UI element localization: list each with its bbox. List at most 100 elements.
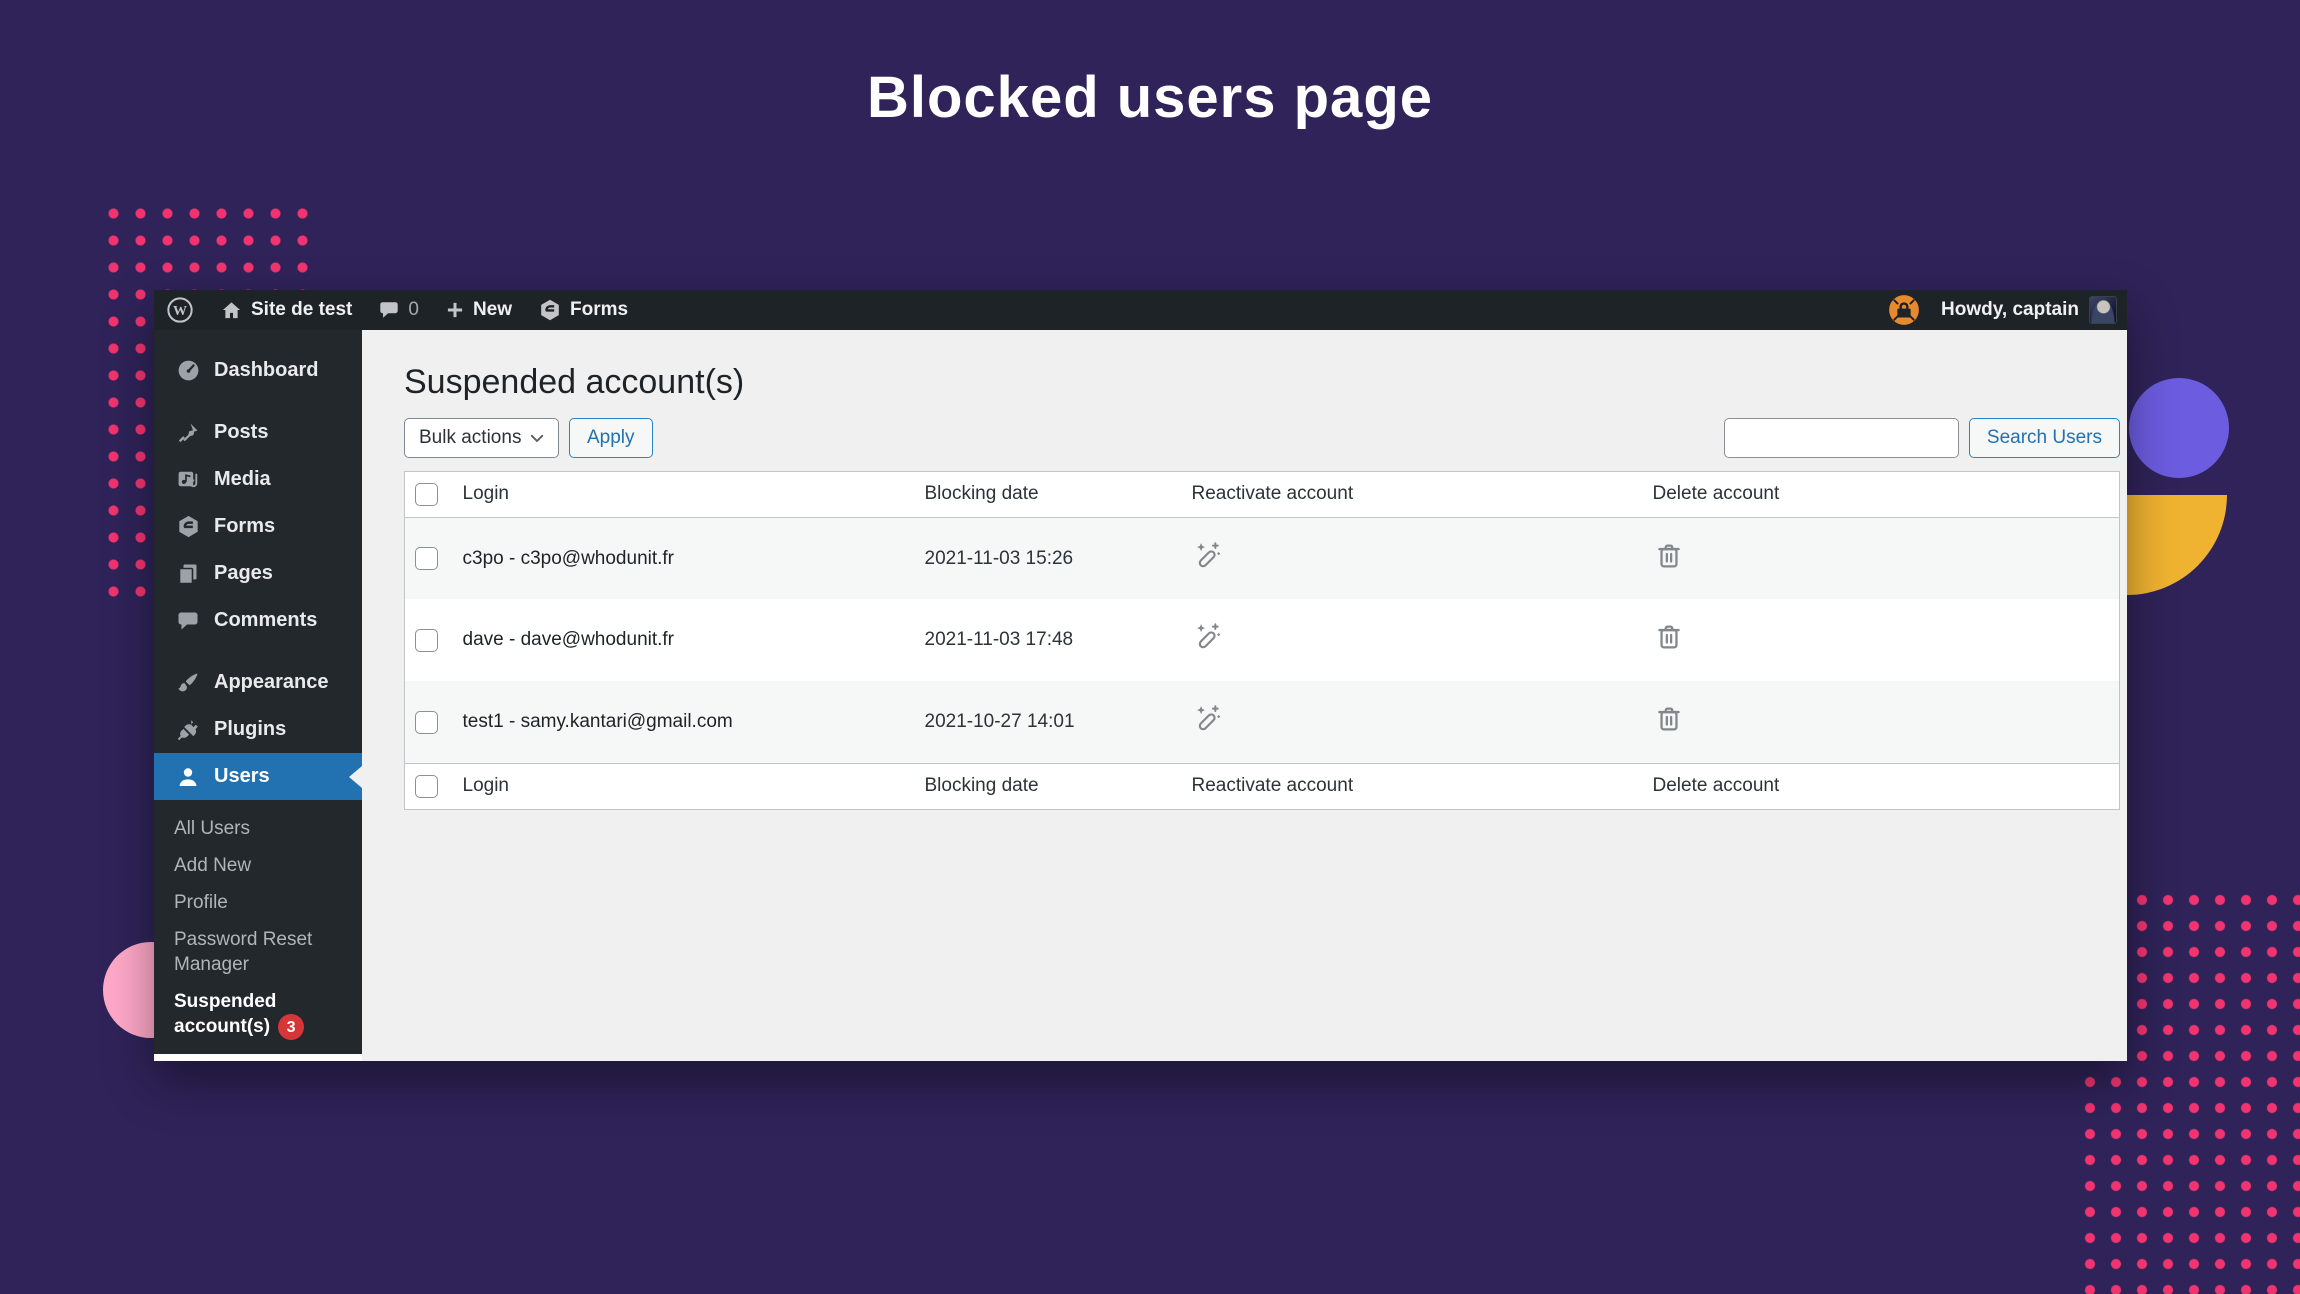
login-value: test1 - samy.kantari@gmail.com xyxy=(462,711,733,733)
search-users-input[interactable] xyxy=(1723,417,1959,458)
pushpin-icon xyxy=(175,421,201,445)
apply-button[interactable]: Apply xyxy=(569,417,653,458)
reactivate-wand-icon[interactable] xyxy=(1192,621,1224,653)
new-label: New xyxy=(472,299,513,320)
svg-text:W: W xyxy=(173,304,187,319)
row-checkbox[interactable] xyxy=(415,547,438,571)
blocking-date-value: 2021-11-03 15:26 xyxy=(924,547,1074,569)
table-row: c3po - c3po@whodunit.fr 2021-11-03 15:26 xyxy=(404,517,2120,600)
submenu-add-new[interactable]: Add New xyxy=(174,847,328,884)
wordpress-menu-button[interactable]: W xyxy=(166,296,194,324)
column-reactivate-bottom: Reactivate account xyxy=(1191,775,1354,797)
table-footer-row: Login Blocking date Reactivate account D… xyxy=(404,763,2120,809)
column-delete-bottom: Delete account xyxy=(1652,775,1780,797)
column-login: Login xyxy=(462,483,510,505)
sidebar-label-pages: Pages xyxy=(214,562,273,584)
column-reactivate: Reactivate account xyxy=(1191,483,1354,505)
reactivate-wand-icon[interactable] xyxy=(1192,540,1224,572)
table-header-row: Login Blocking date Reactivate account D… xyxy=(404,471,2120,518)
sidebar-label-dashboard: Dashboard xyxy=(214,359,319,381)
admin-menu: Dashboard Posts Media Forms Pages Commen… xyxy=(154,330,362,800)
comments-icon xyxy=(175,609,201,633)
sidebar-item-media[interactable]: Media xyxy=(154,456,362,503)
table-row: dave - dave@whodunit.fr 2021-11-03 17:48 xyxy=(405,599,2120,681)
delete-trash-icon[interactable] xyxy=(1653,621,1685,653)
select-all-checkbox[interactable] xyxy=(415,482,438,506)
sidebar-item-comments[interactable]: Comments xyxy=(154,597,362,644)
login-value: c3po - c3po@whodunit.fr xyxy=(462,547,675,569)
submenu-profile[interactable]: Profile xyxy=(174,884,328,921)
menu-separator xyxy=(154,644,362,659)
column-delete: Delete account xyxy=(1652,483,1780,505)
sidebar-label-appearance: Appearance xyxy=(214,671,329,693)
sidebar-label-forms: Forms xyxy=(214,515,276,537)
media-icon xyxy=(175,467,201,492)
blocking-date-value: 2021-11-03 17:48 xyxy=(924,629,1074,651)
comments-count: 0 xyxy=(408,299,419,320)
bulk-actions-select[interactable]: Bulk actions xyxy=(404,417,559,458)
sidebar-item-appearance[interactable]: Appearance xyxy=(154,659,362,706)
sidebar-item-pages[interactable]: Pages xyxy=(154,550,362,597)
forms-bar-button[interactable]: Forms xyxy=(538,298,628,322)
sidebar-item-forms[interactable]: Forms xyxy=(154,503,362,550)
sidebar-label-media: Media xyxy=(214,468,271,490)
admin-bar: W Site de test 0 New Forms Howdy, captai… xyxy=(154,290,2127,330)
table-controls: Bulk actions Apply Search Users xyxy=(404,417,2120,458)
wp-admin-window: W Site de test 0 New Forms Howdy, captai… xyxy=(154,290,2127,1061)
comment-bubble-icon xyxy=(378,299,400,321)
site-name: Site de test xyxy=(251,299,353,320)
row-checkbox[interactable] xyxy=(415,628,438,652)
table-row: test1 - samy.kantari@gmail.com 2021-10-2… xyxy=(404,681,2120,764)
column-blocking-date-bottom: Blocking date xyxy=(924,775,1039,797)
new-content-button[interactable]: New xyxy=(445,299,512,321)
pages-icon xyxy=(175,562,201,586)
comments-indicator[interactable]: 0 xyxy=(378,299,419,321)
user-avatar[interactable] xyxy=(2089,296,2117,324)
chevron-down-icon xyxy=(528,429,546,447)
column-blocking-date: Blocking date xyxy=(924,483,1039,505)
home-icon xyxy=(220,299,243,322)
users-icon xyxy=(175,765,201,789)
sidebar-item-users[interactable]: Users xyxy=(154,753,362,800)
decor-purple-circle xyxy=(2129,378,2229,478)
admin-content: Suspended account(s) Bulk actions Apply … xyxy=(362,330,2127,1061)
howdy-greeting[interactable]: Howdy, captain xyxy=(1941,299,2079,321)
security-lock-icon[interactable] xyxy=(1887,293,1921,327)
menu-separator xyxy=(154,394,362,409)
select-all-checkbox-bottom[interactable] xyxy=(415,774,438,798)
wordpress-logo-icon: W xyxy=(166,296,194,324)
reactivate-wand-icon[interactable] xyxy=(1192,703,1224,735)
column-login-bottom: Login xyxy=(462,775,510,797)
submenu-suspended-accounts[interactable]: Suspended account(s) 3 xyxy=(174,983,328,1046)
dashboard-icon xyxy=(175,358,201,383)
page-title: Blocked users page xyxy=(867,65,1433,130)
submenu-suspended-label: Suspended account(s) xyxy=(174,991,277,1038)
delete-trash-icon[interactable] xyxy=(1653,540,1685,572)
plus-icon xyxy=(445,300,465,320)
gravity-forms-menu-icon xyxy=(175,514,201,539)
row-checkbox[interactable] xyxy=(415,710,438,734)
blocking-date-value: 2021-10-27 14:01 xyxy=(924,711,1075,733)
paintbrush-icon xyxy=(175,671,201,695)
sidebar-label-users: Users xyxy=(214,765,270,787)
sidebar-label-plugins: Plugins xyxy=(214,718,287,740)
sidebar-item-posts[interactable]: Posts xyxy=(154,409,362,456)
sidebar-item-plugins[interactable]: Plugins xyxy=(154,706,362,753)
search-users-button[interactable]: Search Users xyxy=(1968,417,2120,458)
users-submenu: All Users Add New Profile Password Reset… xyxy=(154,800,362,1046)
admin-sidebar: Dashboard Posts Media Forms Pages Commen… xyxy=(154,330,362,1061)
sidebar-label-posts: Posts xyxy=(214,421,269,443)
forms-bar-label: Forms xyxy=(570,299,629,320)
submenu-password-reset-manager[interactable]: Password Reset Manager xyxy=(174,921,328,983)
sidebar-item-dashboard[interactable]: Dashboard xyxy=(154,347,362,394)
gravity-forms-icon xyxy=(538,298,562,322)
suspended-count-badge: 3 xyxy=(278,1014,305,1040)
admin-frame: Dashboard Posts Media Forms Pages Commen… xyxy=(154,330,2127,1061)
plugin-icon xyxy=(175,718,201,742)
bulk-actions-label: Bulk actions xyxy=(419,426,522,448)
delete-trash-icon[interactable] xyxy=(1653,703,1685,735)
submenu-all-users[interactable]: All Users xyxy=(174,810,328,847)
suspended-accounts-table: Login Blocking date Reactivate account D… xyxy=(404,470,2120,810)
site-link[interactable]: Site de test xyxy=(220,299,352,322)
slide-background: Blocked users page W Site de test 0 New … xyxy=(0,0,2300,1294)
